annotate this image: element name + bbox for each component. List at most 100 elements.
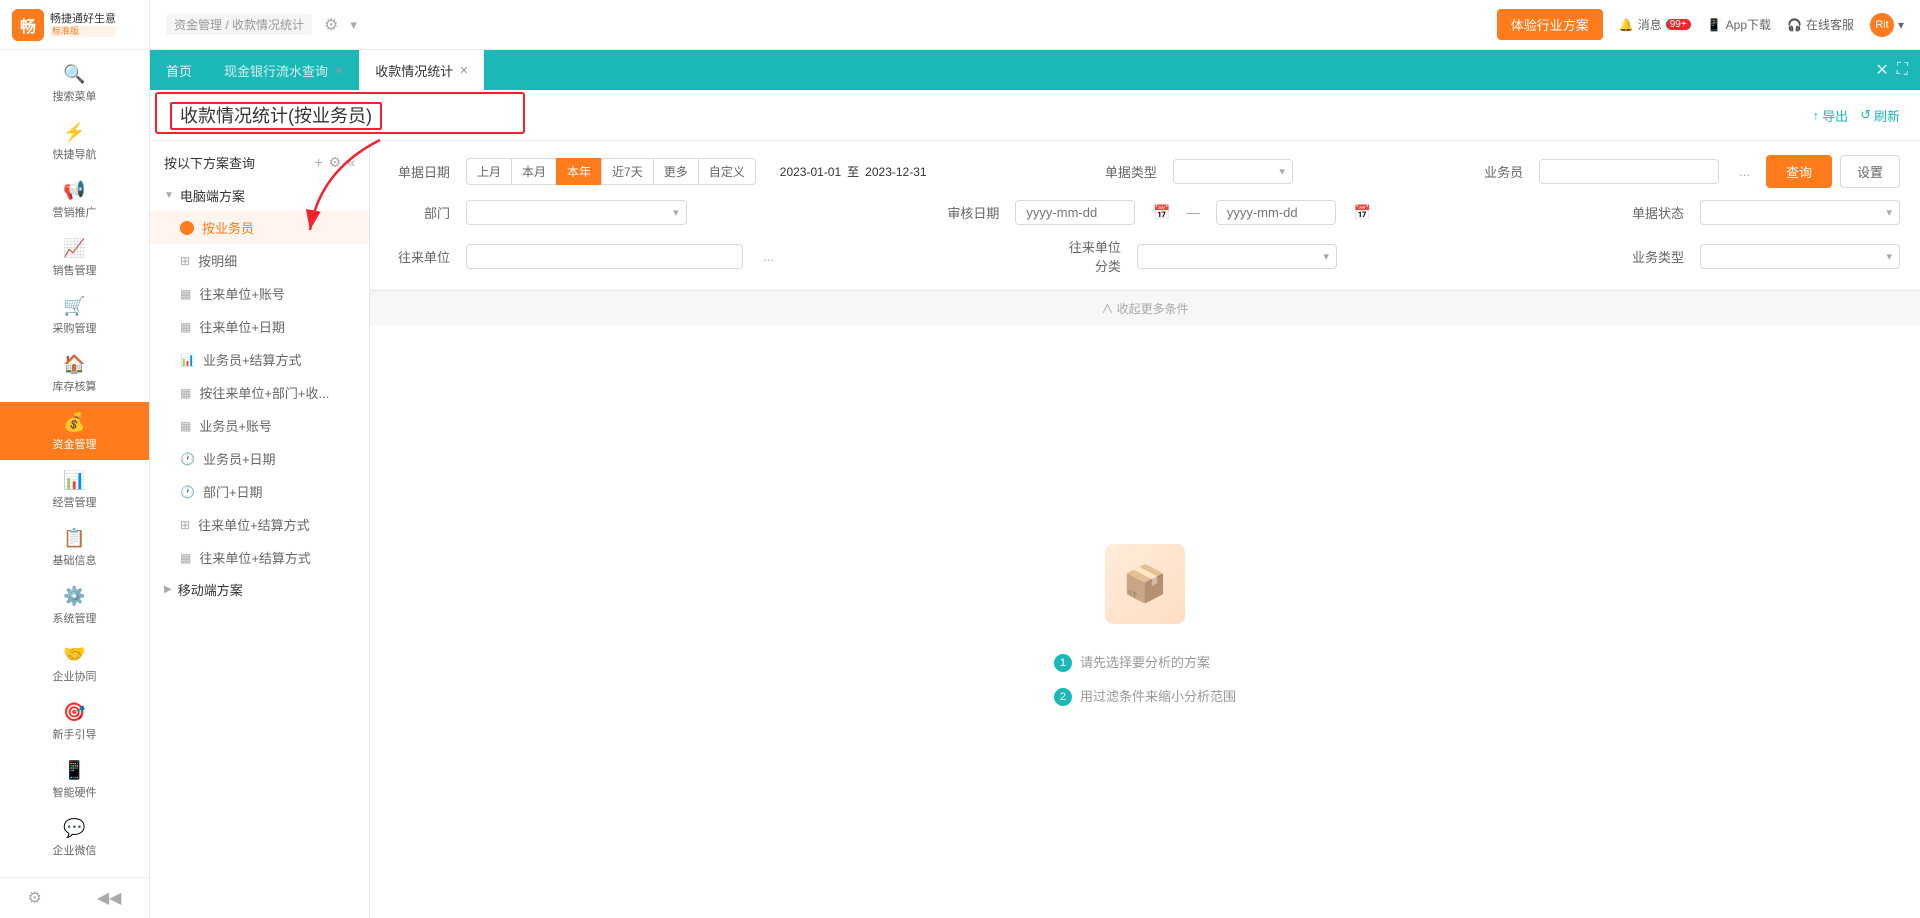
scheme-item-salesperson-date[interactable]: 🕐 业务员+日期 bbox=[150, 442, 369, 475]
scheme-item-unit-settle2[interactable]: ▦ 往来单位+结算方式 bbox=[150, 541, 369, 574]
collapse-panel-icon[interactable]: « bbox=[347, 154, 355, 171]
dept-date-icon: 🕐 bbox=[180, 485, 195, 499]
sidebar-item-member[interactable]: ♛ 畅会员 bbox=[0, 866, 149, 877]
scheme-item-salesperson-settle[interactable]: 📊 业务员+结算方式 bbox=[150, 343, 369, 376]
scheme-item-dept-date[interactable]: 🕐 部门+日期 bbox=[150, 475, 369, 508]
salesperson-account-label: 业务员+账号 bbox=[199, 416, 272, 435]
header-right: 体验行业方案 🔔 消息 99+ 📱 App下载 🎧 在线客服 Rit ▾ bbox=[1497, 9, 1904, 40]
tab-home[interactable]: 首页 bbox=[150, 50, 208, 90]
scheme-item-salesperson-account[interactable]: ▦ 业务员+账号 bbox=[150, 409, 369, 442]
app-download-action[interactable]: 📱 App下载 bbox=[1707, 16, 1771, 33]
unit-date-label: 往来单位+日期 bbox=[199, 317, 285, 336]
date-btn-this-year[interactable]: 本年 bbox=[556, 158, 601, 185]
partner-category-label: 往来单位分类 bbox=[1061, 237, 1121, 275]
set-button[interactable]: 设置 bbox=[1840, 155, 1900, 188]
sidebar-label-hardware: 智能硬件 bbox=[53, 784, 97, 800]
scheme-item-unit-settle1[interactable]: ⊞ 往来单位+结算方式 bbox=[150, 508, 369, 541]
partner-category-select[interactable] bbox=[1137, 244, 1337, 269]
sidebar-label-purchase: 采购管理 bbox=[53, 320, 97, 336]
sidebar-item-sales[interactable]: 📈 销售管理 bbox=[0, 228, 149, 286]
salesperson-date-label: 业务员+日期 bbox=[203, 449, 276, 468]
scheme-group-desktop: ▼ 电脑端方案 按业务员 ⊞ 按明细 ▦ 往来单位+账号 bbox=[150, 180, 369, 574]
tab-resize-icon[interactable]: ⛶ bbox=[1897, 61, 1908, 79]
tab-bank[interactable]: 现金银行流水查询 ✕ bbox=[208, 50, 359, 90]
unit-dept-icon: ▦ bbox=[180, 386, 191, 400]
salesperson-label: 业务员 bbox=[1463, 162, 1523, 181]
date-btn-this-month[interactable]: 本月 bbox=[511, 158, 556, 185]
partner-input[interactable] bbox=[466, 244, 743, 269]
settings-footer-icon[interactable]: ⚙ bbox=[28, 888, 42, 908]
scheme-item-unit-account[interactable]: ▦ 往来单位+账号 bbox=[150, 277, 369, 310]
message-action[interactable]: 🔔 消息 99+ bbox=[1619, 16, 1691, 33]
refresh-button[interactable]: ↺ 刷新 bbox=[1860, 106, 1900, 125]
tip-num-1: 1 bbox=[1054, 654, 1072, 672]
export-button[interactable]: ↑ 导出 bbox=[1813, 106, 1849, 125]
scheme-group-desktop-title[interactable]: ▼ 电脑端方案 bbox=[150, 180, 369, 211]
username-display[interactable]: Rit ▾ bbox=[1870, 13, 1904, 37]
left-panel: 按以下方案查询 + ⚙ « ▼ 电脑端方案 按业务员 bbox=[150, 141, 370, 918]
date-btn-more[interactable]: 更多 bbox=[653, 158, 698, 185]
scheme-group-mobile-title[interactable]: ▶ 移动端方案 bbox=[150, 574, 369, 605]
add-scheme-icon[interactable]: + bbox=[314, 154, 322, 171]
sidebar-item-search[interactable]: 🔍 搜索菜单 bbox=[0, 54, 149, 112]
sidebar-item-basic[interactable]: 📋 基础信息 bbox=[0, 518, 149, 576]
sidebar-item-system[interactable]: ⚙️ 系统管理 bbox=[0, 576, 149, 634]
trial-button[interactable]: 体验行业方案 bbox=[1497, 9, 1603, 40]
salesperson-input[interactable] bbox=[1539, 159, 1719, 184]
sidebar-item-wechat[interactable]: 💬 企业微信 bbox=[0, 808, 149, 866]
tab-bank-label: 现金银行流水查询 bbox=[224, 61, 328, 80]
filter-actions: 查询 设置 bbox=[1766, 155, 1900, 188]
date-btn-last-month[interactable]: 上月 bbox=[466, 158, 511, 185]
basic-icon: 📋 bbox=[63, 528, 85, 549]
audit-start-input[interactable] bbox=[1015, 200, 1135, 225]
doc-status-select[interactable] bbox=[1700, 200, 1900, 225]
header-gear-icon[interactable]: ⚙ bbox=[324, 15, 338, 35]
tab-close-all-icon[interactable]: ✕ bbox=[1875, 60, 1888, 80]
sidebar-item-guide[interactable]: 🎯 新手引导 bbox=[0, 692, 149, 750]
query-button[interactable]: 查询 bbox=[1766, 155, 1832, 188]
doc-type-select-wrap bbox=[1173, 159, 1293, 184]
collapse-bar[interactable]: ∧ 收起更多条件 bbox=[370, 291, 1920, 325]
scheme-settings-icon[interactable]: ⚙ bbox=[329, 154, 342, 171]
tab-receipt-close-icon[interactable]: ✕ bbox=[459, 64, 468, 77]
unit-settle1-icon: ⊞ bbox=[180, 518, 190, 532]
header-dropdown-icon[interactable]: ▾ bbox=[350, 17, 357, 33]
date-range-display: 2023-01-01 至 2023-12-31 bbox=[780, 163, 927, 180]
sidebar-label-corp: 企业协同 bbox=[53, 668, 97, 684]
doc-type-select[interactable] bbox=[1173, 159, 1293, 184]
date-separator: 至 bbox=[847, 163, 859, 180]
scheme-item-unit-dept[interactable]: ▦ 按往来单位+部门+收... bbox=[150, 376, 369, 409]
audit-start-cal-icon[interactable]: 📅 bbox=[1153, 204, 1170, 221]
biz-type-label: 业务类型 bbox=[1624, 247, 1684, 266]
unit-settle2-icon: ▦ bbox=[180, 551, 191, 565]
sidebar-item-operation[interactable]: 📊 经营管理 bbox=[0, 460, 149, 518]
online-service-action[interactable]: 🎧 在线客服 bbox=[1787, 16, 1854, 33]
collapse-footer-icon[interactable]: ◀◀ bbox=[97, 888, 122, 908]
salesperson-more-icon[interactable]: ... bbox=[1739, 164, 1750, 179]
scheme-item-by-detail[interactable]: ⊞ 按明细 bbox=[150, 244, 369, 277]
sidebar-item-nav[interactable]: ⚡ 快捷导航 bbox=[0, 112, 149, 170]
sidebar-item-corp[interactable]: 🤝 企业协同 bbox=[0, 634, 149, 692]
tab-receipt[interactable]: 收款情况统计 ✕ bbox=[359, 50, 484, 90]
sidebar-item-warehouse[interactable]: 🏠 库存核算 bbox=[0, 344, 149, 402]
detail-scheme-label: 按明细 bbox=[198, 251, 237, 270]
salesperson-scheme-icon bbox=[180, 221, 194, 235]
sidebar-item-purchase[interactable]: 🛒 采购管理 bbox=[0, 286, 149, 344]
date-btn-last7[interactable]: 近7天 bbox=[601, 158, 653, 185]
scheme-item-by-salesperson[interactable]: 按业务员 bbox=[150, 211, 369, 244]
audit-end-input[interactable] bbox=[1216, 200, 1336, 225]
doc-type-label: 单据类型 bbox=[1097, 162, 1157, 181]
partner-more-icon[interactable]: ... bbox=[763, 249, 774, 264]
biz-type-select[interactable] bbox=[1700, 244, 1900, 269]
left-panel-actions: + ⚙ « bbox=[314, 154, 355, 171]
date-btn-custom[interactable]: 自定义 bbox=[698, 158, 756, 185]
sidebar-item-hardware[interactable]: 📱 智能硬件 bbox=[0, 750, 149, 808]
dept-select[interactable] bbox=[466, 200, 687, 225]
title-actions: ↑ 导出 ↺ 刷新 bbox=[1813, 106, 1900, 125]
sidebar-item-finance[interactable]: 💰 资金管理 bbox=[0, 402, 149, 460]
tab-bank-close-icon[interactable]: ✕ bbox=[334, 64, 343, 77]
audit-end-cal-icon[interactable]: 📅 bbox=[1354, 204, 1371, 221]
date-button-group: 上月 本月 本年 近7天 更多 自定义 bbox=[466, 158, 756, 185]
sidebar-item-marketing[interactable]: 📢 营销推广 bbox=[0, 170, 149, 228]
scheme-item-unit-date[interactable]: ▦ 往来单位+日期 bbox=[150, 310, 369, 343]
